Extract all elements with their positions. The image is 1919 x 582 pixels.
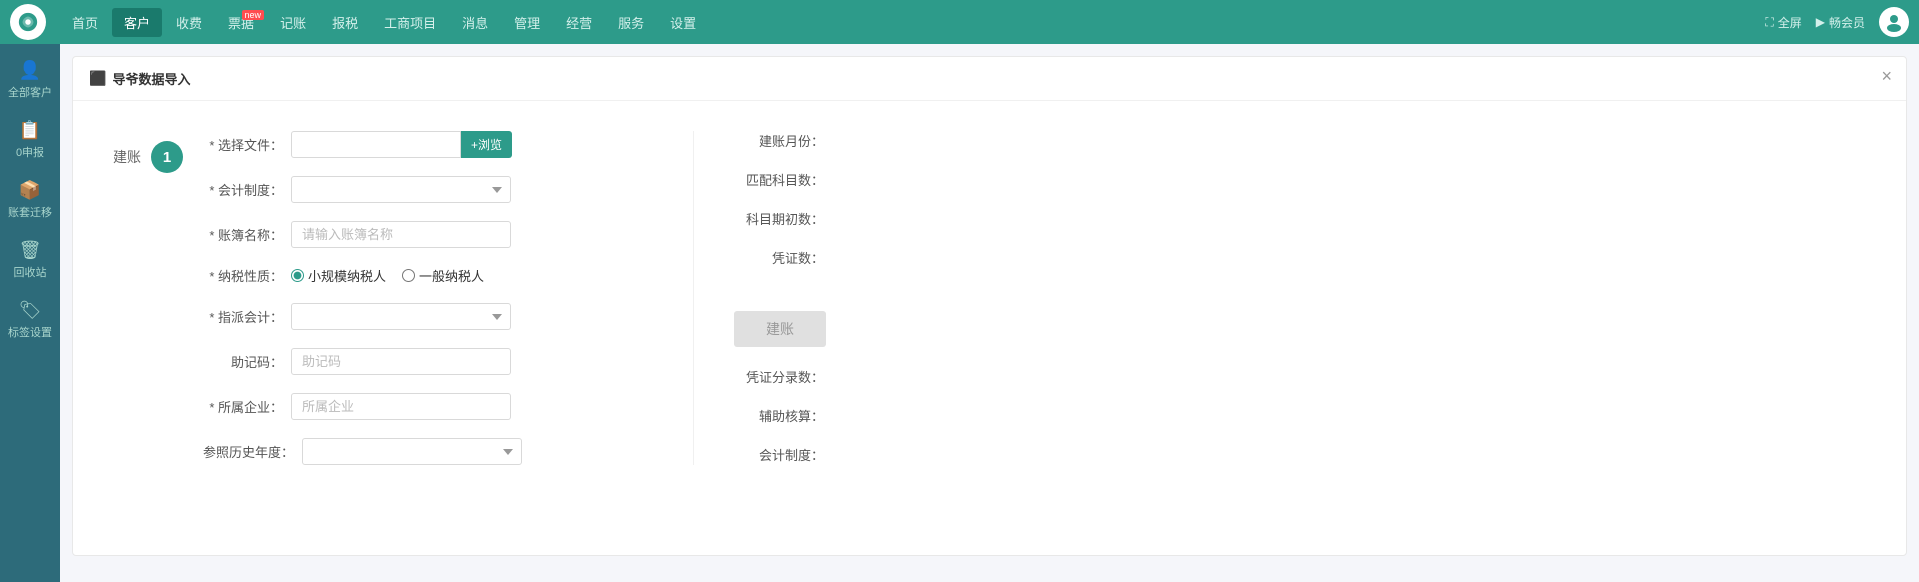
file-text-input[interactable] — [291, 131, 461, 158]
tax-type-small[interactable]: 小规模纳税人 — [291, 266, 386, 285]
form-area: 建账 1 * 选择文件： +浏览 * 会计制度： — [73, 101, 1906, 495]
tax-type-general[interactable]: 一般纳税人 — [402, 266, 484, 285]
close-button[interactable]: × — [1881, 67, 1892, 85]
vip-icon: ▶ — [1816, 15, 1825, 29]
file-input-group: +浏览 — [291, 131, 512, 158]
tag-settings-icon: 🏷 — [19, 300, 42, 321]
aux-accounting-row: 辅助核算： — [734, 406, 1866, 425]
accounting-system-row: * 会计制度： — [203, 176, 663, 203]
form-left: * 选择文件： +浏览 * 会计制度： * 账簿名称： — [203, 131, 663, 465]
nav-services[interactable]: 服务 — [606, 8, 656, 37]
recycle-icon: 🗑 — [19, 240, 42, 261]
panel-header-icon: ⬛ — [89, 70, 106, 87]
affiliated-company-label: * 所属企业： — [203, 397, 283, 416]
nav-operations[interactable]: 经营 — [554, 8, 604, 37]
nav-fees[interactable]: 收费 — [164, 8, 214, 37]
initial-balance-label: 科目期初数： — [734, 209, 824, 228]
panel-header: ⬛ 导爷数据导入 — [73, 57, 1906, 101]
declaration-icon: 📋 — [19, 120, 41, 141]
new-badge: new — [242, 10, 265, 20]
voucher-count-row: 凭证数： — [734, 248, 1866, 267]
tax-type-row: * 纳税性质： 小规模纳税人 一般纳税人 — [203, 266, 663, 285]
memo-code-label: 助记码： — [203, 352, 283, 371]
reference-year-row: 参照历史年度： — [203, 438, 663, 465]
sidebar: 👤 全部客户 📋 0申报 📦 账套迁移 🗑 回收站 🏷 标签设置 — [0, 44, 60, 582]
nav-messages[interactable]: 消息 — [450, 8, 500, 37]
top-navigation: 首页 客户 收费 票据 new 记账 报税 工商项目 消息 管理 经营 服务 设… — [0, 0, 1919, 44]
accounting-month-label: 建账月份： — [734, 131, 824, 150]
tax-type-radio-group: 小规模纳税人 一般纳税人 — [291, 266, 484, 285]
nav-management[interactable]: 管理 — [502, 8, 552, 37]
main-content: ⬛ 导爷数据导入 × 建账 1 * 选择文件： +浏览 — [60, 44, 1919, 582]
assigned-accountant-label: * 指派会计： — [203, 307, 283, 326]
ledger-name-row: * 账簿名称： — [203, 221, 663, 248]
assigned-accountant-row: * 指派会计： — [203, 303, 663, 330]
nav-bookkeeping[interactable]: 记账 — [268, 8, 318, 37]
app-logo[interactable] — [10, 4, 46, 40]
import-panel: ⬛ 导爷数据导入 × 建账 1 * 选择文件： +浏览 — [72, 56, 1907, 556]
sidebar-item-declaration[interactable]: 📋 0申报 — [2, 112, 58, 168]
aux-accounting-label: 辅助核算： — [734, 406, 824, 425]
affiliated-company-input[interactable] — [291, 393, 511, 420]
assigned-accountant-select[interactable] — [291, 303, 511, 330]
all-clients-icon: 👤 — [19, 60, 41, 81]
nav-settings[interactable]: 设置 — [658, 8, 708, 37]
voucher-entries-row: 凭证分录数： — [734, 367, 1866, 386]
accounting-month-row: 建账月份： — [734, 131, 1866, 150]
match-accounts-label: 匹配科目数： — [734, 170, 824, 189]
create-account-button[interactable]: 建账 — [734, 311, 826, 347]
file-label: * 选择文件： — [203, 135, 283, 154]
nav-items: 首页 客户 收费 票据 new 记账 报税 工商项目 消息 管理 经营 服务 设… — [60, 8, 1765, 37]
memo-code-row: 助记码： — [203, 348, 663, 375]
initial-balance-row: 科目期初数： — [734, 209, 1866, 228]
sidebar-item-all-clients[interactable]: 👤 全部客户 — [2, 52, 58, 108]
vip-btn[interactable]: ▶ 畅会员 — [1816, 14, 1865, 31]
accounting-system-select[interactable] — [291, 176, 511, 203]
account-migration-icon: 📦 — [19, 180, 41, 201]
affiliated-company-row: * 所属企业： — [203, 393, 663, 420]
fullscreen-icon: ⛶ — [1765, 15, 1773, 30]
tax-type-general-radio[interactable] — [402, 269, 415, 282]
nav-invoices[interactable]: 票据 new — [216, 8, 266, 37]
panel-title: 导爷数据导入 — [112, 69, 190, 88]
sidebar-item-tag-settings[interactable]: 🏷 标签设置 — [2, 292, 58, 348]
ledger-name-label: * 账簿名称： — [203, 225, 283, 244]
form-right: 建账月份： 匹配科目数： 科目期初数： 凭证数： 建账 — [693, 131, 1866, 465]
tax-type-small-radio[interactable] — [291, 269, 304, 282]
voucher-entries-label: 凭证分录数： — [734, 367, 824, 386]
step-label: 建账 — [113, 147, 141, 167]
fullscreen-btn[interactable]: ⛶ 全屏 — [1765, 14, 1801, 31]
voucher-count-label: 凭证数： — [734, 248, 824, 267]
file-select-row: * 选择文件： +浏览 — [203, 131, 663, 158]
step-circle: 1 — [151, 141, 183, 173]
right-accounting-system-label: 会计制度： — [734, 445, 824, 464]
sidebar-item-recycle[interactable]: 🗑 回收站 — [2, 232, 58, 288]
accounting-system-label: * 会计制度： — [203, 180, 283, 199]
memo-code-input[interactable] — [291, 348, 511, 375]
nav-clients[interactable]: 客户 — [112, 8, 162, 37]
right-accounting-system-row: 会计制度： — [734, 445, 1866, 464]
ledger-name-input[interactable] — [291, 221, 511, 248]
match-accounts-row: 匹配科目数： — [734, 170, 1866, 189]
sidebar-item-account-migration[interactable]: 📦 账套迁移 — [2, 172, 58, 228]
reference-year-select[interactable] — [302, 438, 522, 465]
nav-tax[interactable]: 报税 — [320, 8, 370, 37]
nav-business[interactable]: 工商项目 — [372, 8, 448, 37]
reference-year-label: 参照历史年度： — [203, 442, 294, 461]
tax-type-label: * 纳税性质： — [203, 266, 283, 285]
nav-right-group: ⛶ 全屏 ▶ 畅会员 — [1765, 7, 1909, 37]
step-indicator: 建账 1 — [113, 141, 183, 173]
browse-button[interactable]: +浏览 — [461, 131, 512, 158]
user-avatar[interactable] — [1879, 7, 1909, 37]
nav-home[interactable]: 首页 — [60, 8, 110, 37]
